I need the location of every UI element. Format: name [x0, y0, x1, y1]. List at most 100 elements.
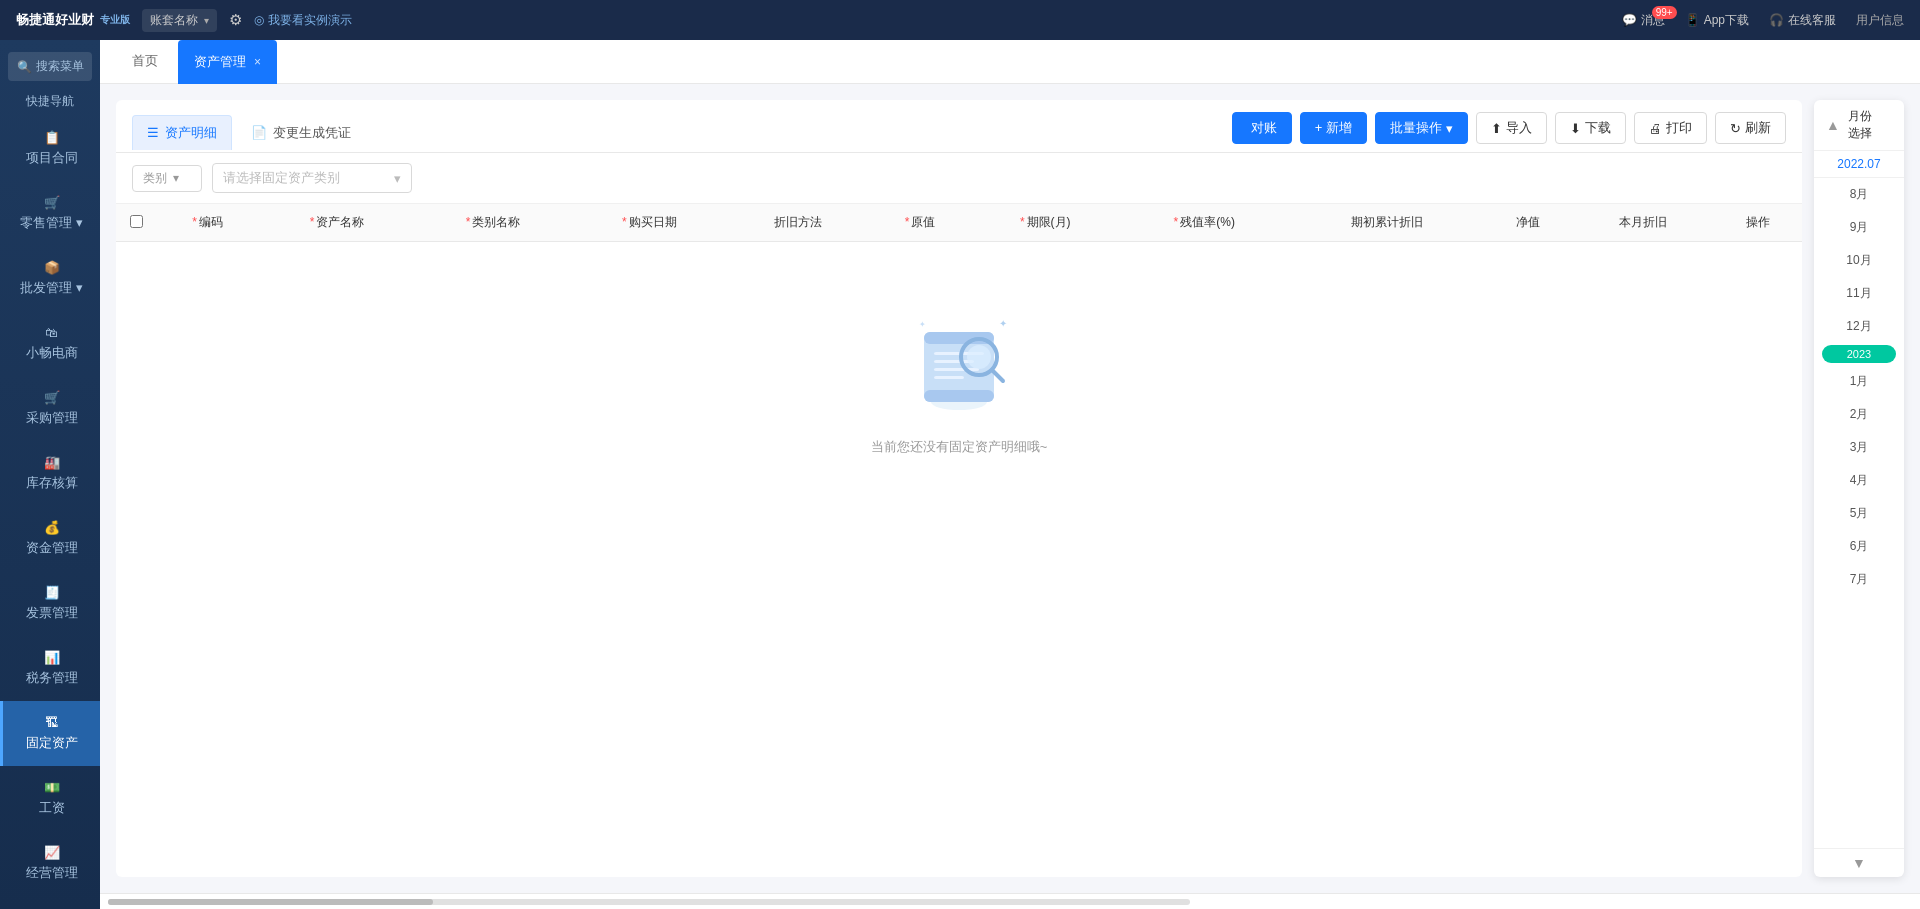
month-7[interactable]: 7月	[1814, 563, 1904, 596]
sidebar-item-ecommerce[interactable]: 🛍 小畅电商	[0, 311, 100, 376]
month-11[interactable]: 11月	[1814, 277, 1904, 310]
user-name: 用户信息	[1856, 13, 1904, 27]
sidebar-item-management[interactable]: 📈 经营管理	[0, 831, 100, 896]
month-12[interactable]: 12月	[1814, 310, 1904, 343]
month-10[interactable]: 10月	[1814, 244, 1904, 277]
tab-bar: 首页 资产管理 ×	[100, 40, 1920, 84]
year-2023-badge: 2023	[1822, 345, 1896, 363]
message-icon: 💬	[1622, 13, 1637, 27]
category-select-arrow: ▾	[394, 171, 401, 186]
sidebar-item-invoice[interactable]: 🧾 发票管理	[0, 571, 100, 636]
batch-operation-button[interactable]: 批量操作 ▾	[1375, 112, 1468, 144]
col-original-value: *原值	[869, 204, 972, 242]
sidebar-item-general-ledger[interactable]: 📒 总账管理	[0, 896, 100, 909]
settings-icon[interactable]: ⚙	[229, 11, 242, 29]
sidebar-item-wholesale[interactable]: 📦 批发管理 ▾	[0, 246, 100, 311]
demo-text: 我要看实例演示	[268, 12, 352, 29]
user-info[interactable]: 用户信息	[1856, 12, 1904, 29]
demo-icon: ◎	[254, 13, 264, 27]
empty-state: ✦ ✦ 当前您还没有固定资产明细哦~	[116, 242, 1802, 516]
main-layout: 🔍 搜索菜单 快捷导航 📋 项目合同 🛒 零售管理 ▾ 📦 批发管理 ▾ 🛍 小…	[0, 40, 1920, 909]
month-8[interactable]: 8月	[1814, 178, 1904, 211]
sub-tab-bar: ☰ 资产明细 📄 变更生成凭证 对账 + 新增	[116, 100, 1802, 153]
home-label: 首页	[132, 52, 158, 70]
month-3[interactable]: 3月	[1814, 431, 1904, 464]
refresh-icon: ↻	[1730, 121, 1741, 136]
print-button[interactable]: 🖨 打印	[1634, 112, 1707, 144]
search-menu-label: 搜索菜单	[36, 58, 84, 75]
tax-icon: 📊	[44, 650, 60, 665]
col-monthly-depreciation: 本月折旧	[1572, 204, 1713, 242]
horizontal-scrollbar[interactable]	[100, 893, 1920, 909]
sidebar-item-capital[interactable]: 💰 资金管理	[0, 506, 100, 571]
download-button[interactable]: ⬇ 下载	[1555, 112, 1626, 144]
col-purchase-date: *购买日期	[571, 204, 727, 242]
tab-asset-management[interactable]: 资产管理 ×	[178, 40, 277, 84]
top-bar: 畅捷通好业财 专业版 账套名称 ▾ ⚙ ◎ 我要看实例演示 💬 消息 99+ 📱…	[0, 0, 1920, 40]
messages-button[interactable]: 💬 消息 99+	[1622, 12, 1665, 29]
month-panel-title: 月份选择	[1844, 108, 1876, 142]
refresh-button[interactable]: ↻ 刷新	[1715, 112, 1786, 144]
project-icon: 📋	[44, 130, 60, 145]
month-2[interactable]: 2月	[1814, 398, 1904, 431]
headset-icon: 🎧	[1769, 13, 1784, 27]
sidebar-item-tax[interactable]: 📊 税务管理	[0, 636, 100, 701]
brand-logo: 畅捷通好业财 专业版	[16, 11, 130, 29]
sidebar-item-label: 小畅电商	[26, 344, 78, 362]
month-6[interactable]: 6月	[1814, 530, 1904, 563]
tab-change-voucher[interactable]: 📄 变更生成凭证	[236, 115, 366, 150]
sidebar-item-fixed-asset[interactable]: 🏗 固定资产	[0, 701, 100, 766]
import-icon: ⬆	[1491, 121, 1502, 136]
sidebar-item-quick-nav[interactable]: 快捷导航	[0, 87, 100, 116]
month-list-2022: 8月 9月 10月 11月 12月 2023 1月 2月 3月 4月 5月 6月…	[1814, 178, 1904, 848]
col-operation: 操作	[1714, 204, 1802, 242]
month-4[interactable]: 4月	[1814, 464, 1904, 497]
close-tab-icon[interactable]: ×	[254, 55, 261, 69]
empty-text: 当前您还没有固定资产明细哦~	[871, 438, 1048, 456]
sidebar-item-purchase[interactable]: 🛒 采购管理	[0, 376, 100, 441]
sidebar-item-inventory[interactable]: 🏭 库存核算	[0, 441, 100, 506]
month-5[interactable]: 5月	[1814, 497, 1904, 530]
sidebar-item-label: 采购管理	[26, 409, 78, 427]
pair-accounts-button[interactable]: 对账	[1232, 112, 1292, 144]
col-category-name: *类别名称	[415, 204, 571, 242]
import-button[interactable]: ⬆ 导入	[1476, 112, 1547, 144]
tab-home[interactable]: 首页	[116, 40, 174, 84]
batch-chevron-icon: ▾	[1446, 121, 1453, 136]
main-panel: ☰ 资产明细 📄 变更生成凭证 对账 + 新增	[116, 100, 1802, 877]
month-down-button[interactable]: ▼	[1814, 848, 1904, 877]
list-icon: ☰	[147, 125, 159, 140]
salary-icon: 💵	[44, 780, 60, 795]
inventory-icon: 🏭	[44, 455, 60, 470]
sidebar-item-retail[interactable]: 🛒 零售管理 ▾	[0, 181, 100, 246]
col-period: *期限(月)	[972, 204, 1119, 242]
category-placeholder: 请选择固定资产类别	[223, 169, 340, 187]
month-9[interactable]: 9月	[1814, 211, 1904, 244]
month-1[interactable]: 1月	[1814, 365, 1904, 398]
app-download-button[interactable]: 📱 App下载	[1685, 12, 1749, 29]
download-label: 下载	[1585, 119, 1611, 137]
month-up-button[interactable]: ▲	[1822, 113, 1844, 137]
sidebar-item-salary[interactable]: 💵 工资	[0, 766, 100, 831]
demo-link[interactable]: ◎ 我要看实例演示	[254, 12, 352, 29]
tab-asset-detail[interactable]: ☰ 资产明细	[132, 115, 232, 150]
sidebar-item-project[interactable]: 📋 项目合同	[0, 116, 100, 181]
search-menu-button[interactable]: 🔍 搜索菜单	[8, 52, 92, 81]
col-accumulated-depreciation: 期初累计折旧	[1290, 204, 1484, 242]
category-select[interactable]: 请选择固定资产类别 ▾	[212, 163, 412, 193]
online-service-button[interactable]: 🎧 在线客服	[1769, 12, 1836, 29]
category-type-selector[interactable]: 类别 ▾	[132, 165, 202, 192]
sidebar-item-label: 经营管理	[26, 864, 78, 882]
svg-rect-6	[934, 368, 979, 371]
online-service-label: 在线客服	[1788, 12, 1836, 29]
year-2022[interactable]: 2022.07	[1814, 151, 1904, 178]
col-asset-name: *资产名称	[259, 204, 415, 242]
select-all-checkbox[interactable]	[116, 204, 156, 242]
col-code: *编码	[156, 204, 259, 242]
ecommerce-icon: 🛍	[45, 325, 58, 340]
account-selector[interactable]: 账套名称 ▾	[142, 9, 217, 32]
chevron-down-icon: ▾	[204, 15, 209, 26]
selector-text: 账套名称	[150, 12, 198, 29]
add-button[interactable]: + 新增	[1300, 112, 1367, 144]
checkbox-all[interactable]	[130, 215, 143, 228]
